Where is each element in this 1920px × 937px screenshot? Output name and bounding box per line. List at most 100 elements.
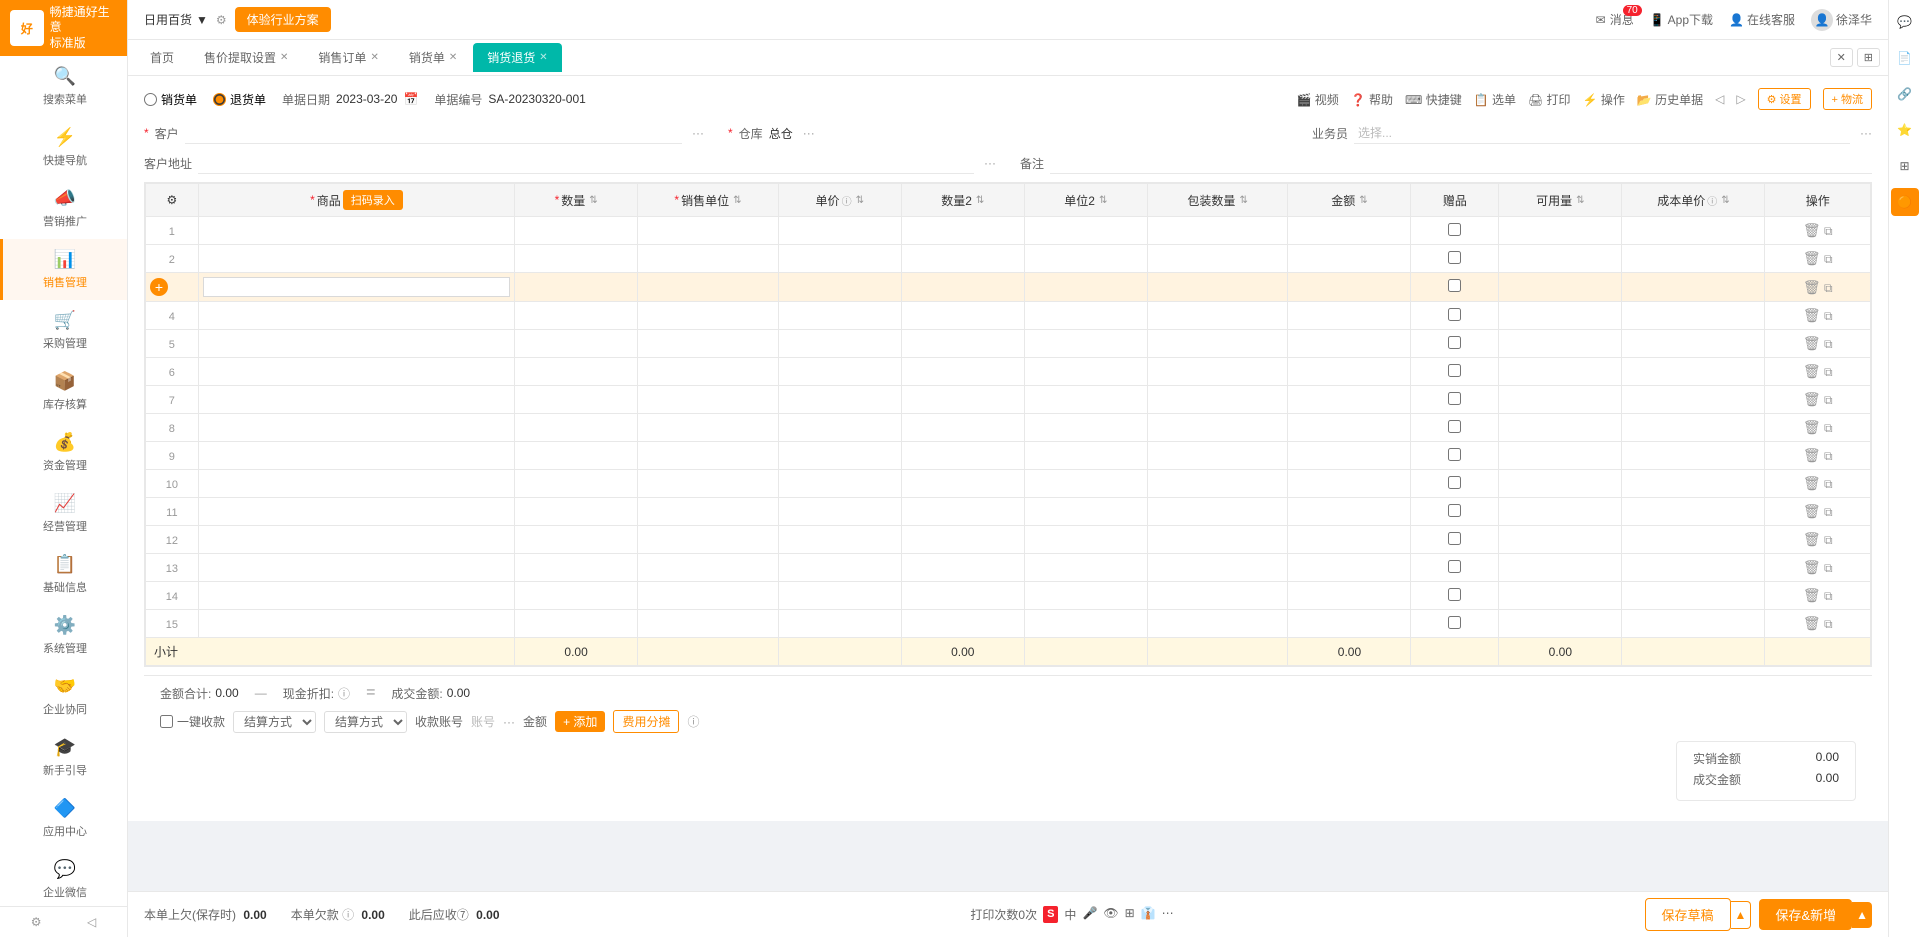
pack-qty-cell-11[interactable] <box>1147 498 1288 526</box>
unit-price-cell-3[interactable] <box>778 273 901 302</box>
quantity-cell-12[interactable] <box>515 526 638 554</box>
gift-checkbox-8[interactable] <box>1448 420 1461 433</box>
cost-price-cell-3[interactable] <box>1622 273 1765 302</box>
quantity2-cell-7[interactable] <box>901 386 1024 414</box>
quantity2-sort-icon[interactable]: ⇅ <box>976 195 984 206</box>
quantity-cell-1[interactable] <box>515 217 638 245</box>
sidebar-item-shortcut[interactable]: ⚡快捷导航 <box>0 117 127 178</box>
right-sidebar-star[interactable]: ⭐ <box>1891 116 1919 144</box>
unit2-cell-10[interactable] <box>1024 470 1147 498</box>
sales-unit-cell-10[interactable] <box>638 470 779 498</box>
pack-qty-sort-icon[interactable]: ⇅ <box>1239 195 1247 206</box>
amount-cell-13[interactable] <box>1288 554 1411 582</box>
quantity-cell-4[interactable] <box>515 302 638 330</box>
quantity-cell-3[interactable] <box>515 273 638 302</box>
sidebar-item-sales[interactable]: 📊销售管理 <box>0 239 127 300</box>
unit2-cell-14[interactable] <box>1024 582 1147 610</box>
row-add-cell[interactable]: + <box>146 273 199 302</box>
amount-cell-9[interactable] <box>1288 442 1411 470</box>
quantity-cell-6[interactable] <box>515 358 638 386</box>
amount-cell-4[interactable] <box>1288 302 1411 330</box>
return-radio-input[interactable] <box>213 93 226 106</box>
cost-price-cell-9[interactable] <box>1622 442 1765 470</box>
sales-unit-cell-8[interactable] <box>638 414 779 442</box>
quantity2-cell-2[interactable] <box>901 245 1024 273</box>
right-sidebar-orange[interactable]: 🟠 <box>1891 188 1919 216</box>
discount-help-icon[interactable]: ⓘ <box>338 685 350 702</box>
save-draft-dropdown-icon[interactable]: ▲ <box>1731 901 1752 929</box>
copy-btn-11[interactable]: ⧉ <box>1824 505 1833 520</box>
pack-qty-cell-15[interactable] <box>1147 610 1288 638</box>
gift-cell-6[interactable] <box>1411 358 1499 386</box>
unit2-cell-6[interactable] <box>1024 358 1147 386</box>
save-draft-btn[interactable]: 保存草稿 <box>1645 898 1731 931</box>
unit-price-cell-5[interactable] <box>778 330 901 358</box>
sidebar-item-purchase[interactable]: 🛒采购管理 <box>0 300 127 361</box>
available-cell-12[interactable] <box>1499 526 1622 554</box>
pack-qty-cell-10[interactable] <box>1147 470 1288 498</box>
unit-price-cell-7[interactable] <box>778 386 901 414</box>
gift-cell-3[interactable] <box>1411 273 1499 302</box>
help-btn[interactable]: ❓ 帮助 <box>1351 91 1393 108</box>
gift-cell-10[interactable] <box>1411 470 1499 498</box>
right-sidebar-chat[interactable]: 💬 <box>1891 8 1919 36</box>
cost-price-cell-1[interactable] <box>1622 217 1765 245</box>
product-cell-11[interactable] <box>198 498 514 526</box>
unit-price-help-icon[interactable]: ⓘ <box>842 193 852 208</box>
address-select-dots[interactable]: ··· <box>984 156 996 170</box>
product-cell-5[interactable] <box>198 330 514 358</box>
gift-checkbox-11[interactable] <box>1448 504 1461 517</box>
date-value[interactable]: 2023-03-20 <box>336 92 397 106</box>
amount-cell-7[interactable] <box>1288 386 1411 414</box>
delete-btn-9[interactable]: 🗑 <box>1803 447 1821 464</box>
gift-checkbox-10[interactable] <box>1448 476 1461 489</box>
unit2-cell-8[interactable] <box>1024 414 1147 442</box>
pack-qty-cell-8[interactable] <box>1147 414 1288 442</box>
gift-cell-4[interactable] <box>1411 302 1499 330</box>
sidebar-item-finance[interactable]: 💰资金管理 <box>0 422 127 483</box>
unit-price-sort-icon[interactable]: ⇅ <box>856 195 864 206</box>
amount-cell-3[interactable] <box>1288 273 1411 302</box>
sales-unit-cell-15[interactable] <box>638 610 779 638</box>
set-btn[interactable]: ⚙ 设置 <box>1758 88 1811 110</box>
product-input-cell-3[interactable] <box>198 273 514 302</box>
scan-input-btn[interactable]: 扫码录入 <box>343 190 403 210</box>
app-download-btn[interactable]: 📱 App下载 <box>1650 11 1713 28</box>
add-fee-btn[interactable]: + 添加 <box>555 711 605 732</box>
cost-price-cell-7[interactable] <box>1622 386 1765 414</box>
select-btn[interactable]: 📋 选单 <box>1474 91 1516 108</box>
tab-close-sales-order[interactable]: ✕ <box>370 52 378 63</box>
quantity-cell-2[interactable] <box>515 245 638 273</box>
available-cell-13[interactable] <box>1499 554 1622 582</box>
unit-price-cell-10[interactable] <box>778 470 901 498</box>
copy-btn-8[interactable]: ⧉ <box>1824 421 1833 436</box>
cost-price-cell-15[interactable] <box>1622 610 1765 638</box>
copy-btn-3[interactable]: ⧉ <box>1824 281 1833 296</box>
quantity-cell-15[interactable] <box>515 610 638 638</box>
sales-unit-cell-13[interactable] <box>638 554 779 582</box>
eye-icon[interactable]: 👁 <box>1103 906 1118 923</box>
unit2-cell-12[interactable] <box>1024 526 1147 554</box>
sales-unit-cell-11[interactable] <box>638 498 779 526</box>
gift-cell-1[interactable] <box>1411 217 1499 245</box>
product-cell-7[interactable] <box>198 386 514 414</box>
product-cell-15[interactable] <box>198 610 514 638</box>
delete-btn-11[interactable]: 🗑 <box>1803 503 1821 520</box>
gift-cell-9[interactable] <box>1411 442 1499 470</box>
gift-checkbox-14[interactable] <box>1448 588 1461 601</box>
unit2-cell-9[interactable] <box>1024 442 1147 470</box>
available-sort-icon[interactable]: ⇅ <box>1576 195 1584 206</box>
one-click-payment-check[interactable]: 一键收款 <box>160 713 225 730</box>
amount-cell-6[interactable] <box>1288 358 1411 386</box>
product-cell-12[interactable] <box>198 526 514 554</box>
pack-qty-cell-6[interactable] <box>1147 358 1288 386</box>
sidebar-item-search[interactable]: 🔍搜索菜单 <box>0 56 127 117</box>
gift-cell-2[interactable] <box>1411 245 1499 273</box>
pack-qty-cell-12[interactable] <box>1147 526 1288 554</box>
quantity2-cell-6[interactable] <box>901 358 1024 386</box>
warehouse-value[interactable]: 总仓 <box>769 125 793 142</box>
amount-cell-10[interactable] <box>1288 470 1411 498</box>
delete-btn-3[interactable]: 🗑 <box>1803 279 1821 296</box>
quantity2-cell-15[interactable] <box>901 610 1024 638</box>
zh-icon[interactable]: 中 <box>1064 906 1076 923</box>
